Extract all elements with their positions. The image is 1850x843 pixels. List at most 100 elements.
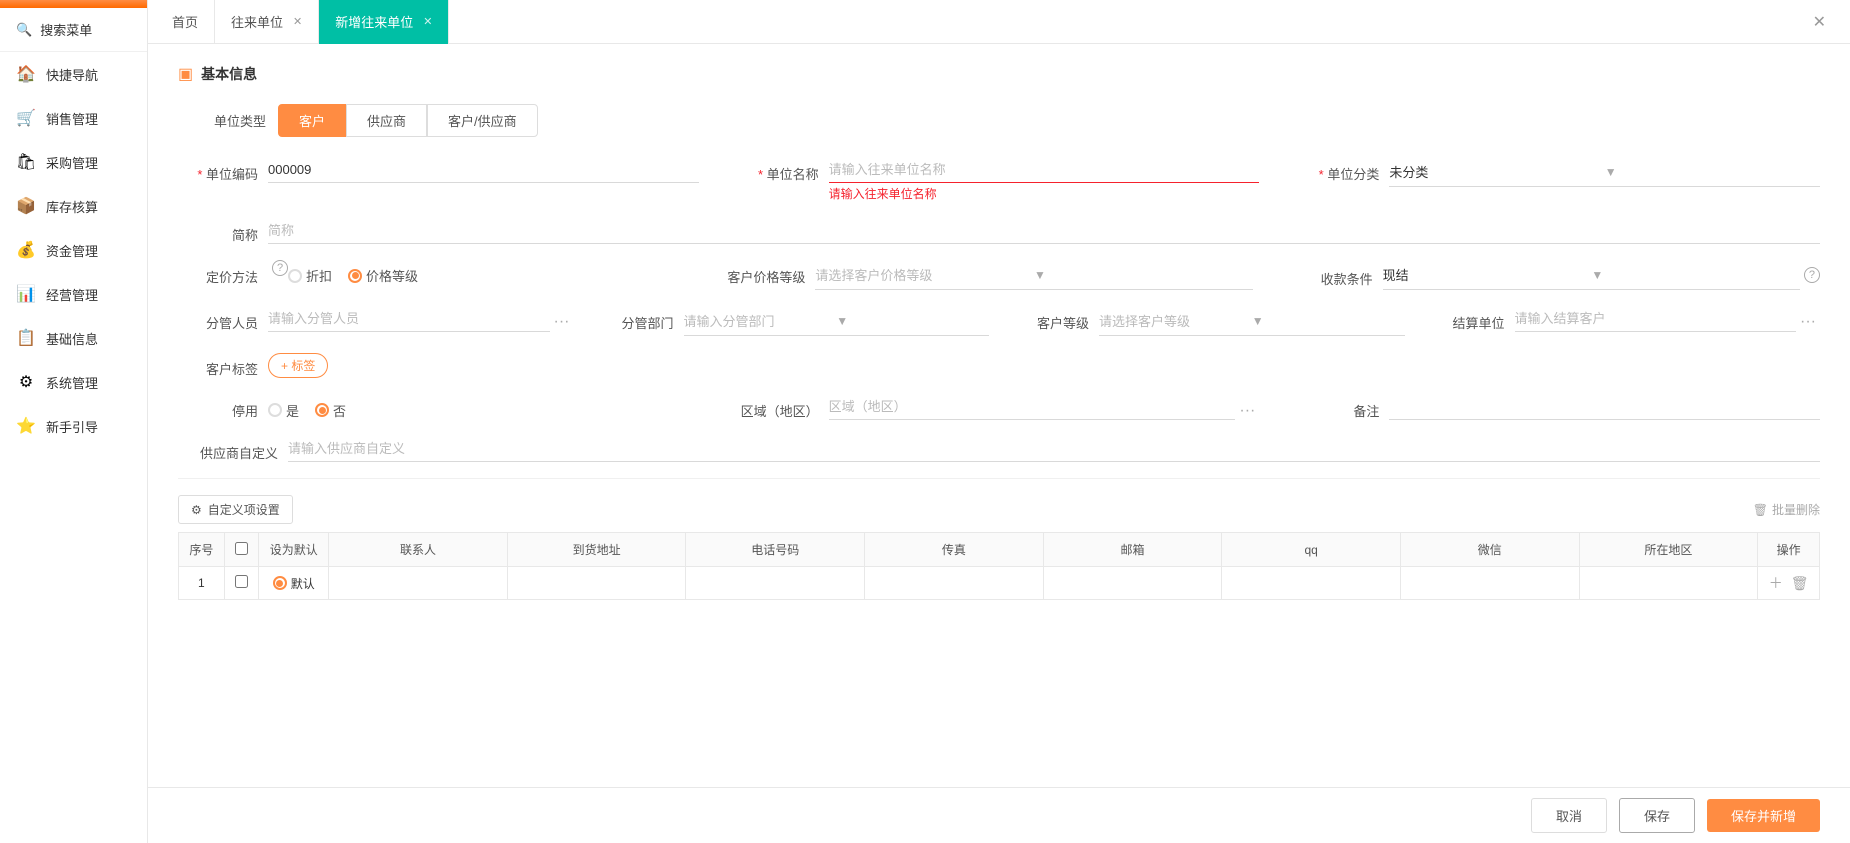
row-actions: ＋ 🗑: [1768, 573, 1809, 593]
region-more-btn[interactable]: ···: [1235, 395, 1259, 420]
cell-qq[interactable]: [1222, 567, 1401, 600]
contact-input[interactable]: [339, 576, 497, 590]
supplier-custom-input[interactable]: [288, 436, 1820, 462]
search-menu-item[interactable]: 🔍 搜索菜单: [0, 8, 147, 52]
manager-label: 分管人员: [178, 306, 268, 332]
radio-no[interactable]: 否: [315, 401, 346, 420]
tab-contacts-close[interactable]: ✕: [293, 15, 302, 28]
sidebar-item-guide[interactable]: ⭐ 新手引导: [0, 404, 147, 448]
select-all-checkbox[interactable]: [235, 542, 248, 555]
save-add-button[interactable]: 保存并新增: [1707, 799, 1820, 832]
radio-no-dot: [315, 403, 329, 417]
wechat-input[interactable]: [1411, 576, 1569, 590]
th-seq: 序号: [179, 533, 225, 567]
save-button[interactable]: 保存: [1619, 798, 1695, 833]
email-input[interactable]: [1054, 576, 1212, 590]
cell-default: 默认: [259, 567, 329, 600]
cell-region[interactable]: [1579, 567, 1758, 600]
unit-category-select[interactable]: 未分类 ▼: [1389, 157, 1820, 187]
cell-phone[interactable]: [686, 567, 865, 600]
sidebar-item-operations[interactable]: 📊 经营管理: [0, 272, 147, 316]
sidebar-item-finance[interactable]: 💰 资金管理: [0, 228, 147, 272]
delete-row-icon[interactable]: 🗑: [1791, 575, 1809, 592]
qq-input[interactable]: [1232, 576, 1390, 590]
list-icon: 📋: [16, 328, 36, 348]
sidebar-item-quick-nav[interactable]: 🏠 快捷导航: [0, 52, 147, 96]
batch-delete-button[interactable]: 🗑 批量删除: [1753, 501, 1820, 518]
home-icon: 🏠: [16, 64, 36, 84]
unit-code-input[interactable]: [268, 157, 699, 183]
col-pricing-method: 定价方法 ? 折扣 价格等级: [178, 260, 705, 286]
cell-fax[interactable]: [865, 567, 1044, 600]
col-remark: 备注: [1299, 394, 1820, 420]
cancel-button[interactable]: 取消: [1531, 798, 1607, 833]
cell-email[interactable]: [1043, 567, 1222, 600]
manager-more-btn[interactable]: ···: [550, 306, 574, 331]
unit-category-value: 未分类: [1389, 162, 1604, 181]
th-email: 邮箱: [1043, 533, 1222, 567]
dept-select[interactable]: 请输入分管部门 ▼: [684, 306, 990, 336]
close-all-tabs[interactable]: ✕: [1797, 12, 1842, 32]
payment-terms-select[interactable]: 现结 ▼: [1383, 260, 1800, 290]
shopping-icon: 🛒: [16, 108, 36, 128]
default-radio[interactable]: [273, 576, 287, 590]
add-tag-button[interactable]: + 标签: [268, 353, 328, 378]
sidebar-item-system[interactable]: ⚙ 系统管理: [0, 360, 147, 404]
row-checkbox[interactable]: [235, 575, 248, 588]
col-abbr: 简称: [178, 218, 1820, 244]
customer-price-select[interactable]: 请选择客户价格等级 ▼: [815, 260, 1252, 290]
btn-both[interactable]: 客户/供应商: [427, 104, 538, 137]
fax-input[interactable]: [875, 576, 1033, 590]
radio-level[interactable]: 价格等级: [348, 266, 418, 285]
radio-discount[interactable]: 折扣: [288, 266, 332, 285]
region-cell-input[interactable]: [1590, 576, 1748, 590]
phone-input[interactable]: [696, 576, 854, 590]
btn-customer[interactable]: 客户: [278, 104, 346, 137]
radio-yes[interactable]: 是: [268, 401, 299, 420]
payment-terms-help[interactable]: ?: [1804, 267, 1820, 283]
cell-wechat[interactable]: [1400, 567, 1579, 600]
unit-name-input[interactable]: [829, 157, 1260, 183]
row-manager: 分管人员 ··· 分管部门 请输入分管部门 ▼ 客户等级 请选择客户等级 ▼: [178, 306, 1820, 336]
manager-input[interactable]: [268, 306, 550, 332]
pricing-method-help[interactable]: ?: [272, 260, 288, 276]
section-title: 基本信息: [201, 64, 257, 84]
customer-price-arrow: ▼: [1034, 268, 1253, 282]
search-menu-label: 搜索菜单: [40, 20, 92, 39]
sidebar-label-sales: 销售管理: [46, 109, 98, 128]
dept-label: 分管部门: [594, 306, 684, 332]
settlement-input[interactable]: [1515, 306, 1797, 332]
tab-new-contact[interactable]: 新增往来单位 ✕: [319, 0, 449, 44]
form-content: ▣ 基本信息 单位类型 客户 供应商 客户/供应商 单位编码 单位名称: [148, 44, 1850, 787]
row-pricing: 定价方法 ? 折扣 价格等级 客户价格等级 请选择客户价格等级: [178, 260, 1820, 290]
sidebar-item-sales[interactable]: 🛒 销售管理: [0, 96, 147, 140]
region-label: 区域（地区）: [739, 394, 829, 420]
address-input[interactable]: [518, 576, 676, 590]
sidebar-item-purchase[interactable]: 🛍 采购管理: [0, 140, 147, 184]
sidebar-item-basics[interactable]: 📋 基础信息: [0, 316, 147, 360]
btn-supplier[interactable]: 供应商: [346, 104, 427, 137]
custom-settings-button[interactable]: ⚙ 自定义项设置: [178, 495, 293, 524]
tab-contacts[interactable]: 往来单位 ✕: [215, 0, 319, 44]
add-row-icon[interactable]: ＋: [1769, 573, 1783, 593]
settlement-more-btn[interactable]: ···: [1796, 306, 1820, 331]
gear-small-icon: ⚙: [191, 503, 202, 517]
col-customer-level: 客户等级 请选择客户等级 ▼: [1009, 306, 1405, 336]
region-input[interactable]: [829, 394, 1236, 420]
th-phone: 电话号码: [686, 533, 865, 567]
sidebar-label-operations: 经营管理: [46, 285, 98, 304]
col-disable: 停用 是 否: [178, 394, 699, 420]
remark-input[interactable]: [1389, 394, 1820, 420]
tab-new-contact-close[interactable]: ✕: [423, 15, 432, 28]
cell-contact[interactable]: [329, 567, 508, 600]
tab-home[interactable]: 首页: [156, 0, 215, 44]
disable-radio-group: 是 否: [268, 395, 346, 420]
th-wechat: 微信: [1400, 533, 1579, 567]
custom-settings-label: 自定义项设置: [208, 501, 280, 518]
col-tag: 客户标签 + 标签: [178, 352, 1820, 378]
customer-level-select[interactable]: 请选择客户等级 ▼: [1099, 306, 1405, 336]
sidebar-label-purchase: 采购管理: [46, 153, 98, 172]
sidebar-item-inventory[interactable]: 📦 库存核算: [0, 184, 147, 228]
cell-address[interactable]: [507, 567, 686, 600]
abbr-input[interactable]: [268, 218, 1820, 244]
